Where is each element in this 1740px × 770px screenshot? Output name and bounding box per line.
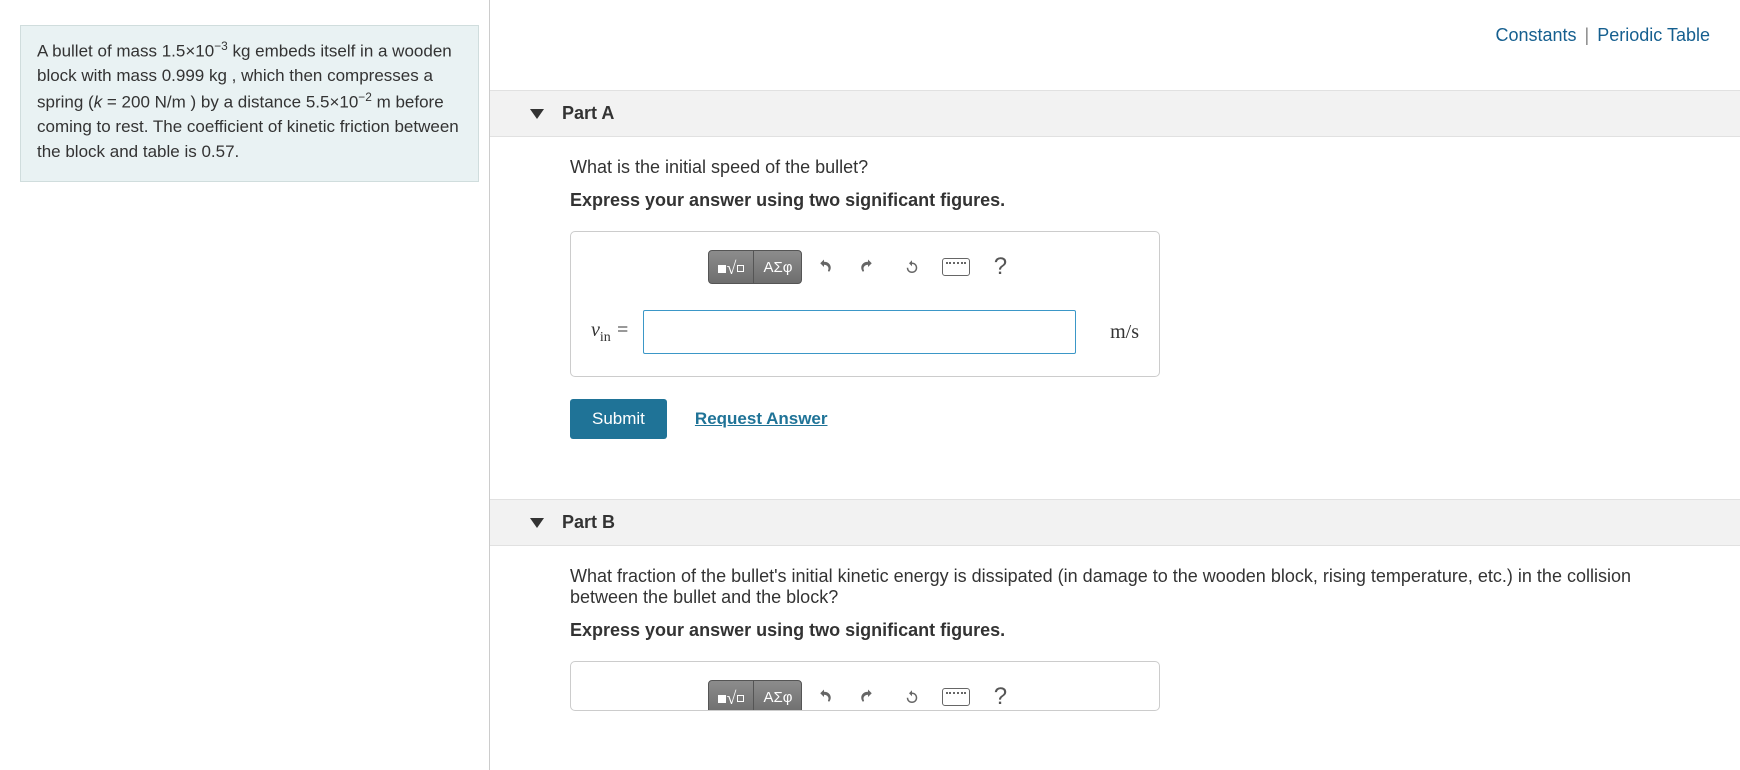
- redo-button[interactable]: [846, 680, 890, 711]
- collapse-icon: [530, 109, 544, 119]
- part-b-instruction: Express your answer using two significan…: [570, 620, 1700, 641]
- reset-button[interactable]: [890, 250, 934, 284]
- help-button[interactable]: ?: [978, 680, 1022, 711]
- undo-button[interactable]: [802, 680, 846, 711]
- reset-button[interactable]: [890, 680, 934, 711]
- part-b-title: Part B: [562, 512, 615, 533]
- part-a-question: What is the initial speed of the bullet?: [570, 157, 1700, 178]
- greek-symbols-button[interactable]: ΑΣφ: [754, 251, 801, 283]
- keyboard-button[interactable]: [934, 250, 978, 284]
- undo-button[interactable]: [802, 250, 846, 284]
- action-row-a: Submit Request Answer: [570, 399, 1700, 439]
- answer-box-b: √ ΑΣφ ?: [570, 661, 1160, 711]
- units-label: m/s: [1110, 321, 1139, 344]
- main-content: Constants | Periodic Table Part A What i…: [490, 0, 1740, 770]
- submit-button[interactable]: Submit: [570, 399, 667, 439]
- problem-sidebar: A bullet of mass 1.5×10−3 kg embeds itse…: [0, 0, 490, 770]
- templates-button[interactable]: √: [709, 251, 755, 283]
- answer-box-a: √ ΑΣφ ?: [570, 231, 1160, 377]
- request-answer-link[interactable]: Request Answer: [695, 409, 828, 429]
- templates-button[interactable]: √: [709, 681, 755, 711]
- format-button-group: √ ΑΣφ: [708, 250, 803, 284]
- link-separator: |: [1585, 25, 1590, 45]
- periodic-table-link[interactable]: Periodic Table: [1597, 25, 1710, 45]
- part-a-header[interactable]: Part A: [490, 90, 1740, 137]
- equation-toolbar: √ ΑΣφ ?: [591, 250, 1139, 284]
- equation-toolbar: √ ΑΣφ ?: [591, 680, 1139, 711]
- answer-input[interactable]: [643, 310, 1076, 354]
- part-b-body: What fraction of the bullet's initial ki…: [490, 546, 1740, 711]
- keyboard-button[interactable]: [934, 680, 978, 711]
- part-a-instruction: Express your answer using two significan…: [570, 190, 1700, 211]
- variable-label: vin =: [591, 319, 629, 346]
- part-b-header[interactable]: Part B: [490, 499, 1740, 546]
- part-b-question: What fraction of the bullet's initial ki…: [570, 566, 1700, 608]
- reference-links: Constants | Periodic Table: [1495, 25, 1710, 46]
- constants-link[interactable]: Constants: [1495, 25, 1576, 45]
- greek-symbols-button[interactable]: ΑΣφ: [754, 681, 801, 711]
- collapse-icon: [530, 518, 544, 528]
- answer-input-row: vin = m/s: [591, 310, 1139, 354]
- problem-statement: A bullet of mass 1.5×10−3 kg embeds itse…: [20, 25, 479, 182]
- help-button[interactable]: ?: [978, 250, 1022, 284]
- part-a: Part A What is the initial speed of the …: [490, 90, 1740, 469]
- redo-button[interactable]: [846, 250, 890, 284]
- part-a-body: What is the initial speed of the bullet?…: [490, 137, 1740, 469]
- part-a-title: Part A: [562, 103, 614, 124]
- part-b: Part B What fraction of the bullet's ini…: [490, 499, 1740, 711]
- format-button-group: √ ΑΣφ: [708, 680, 803, 711]
